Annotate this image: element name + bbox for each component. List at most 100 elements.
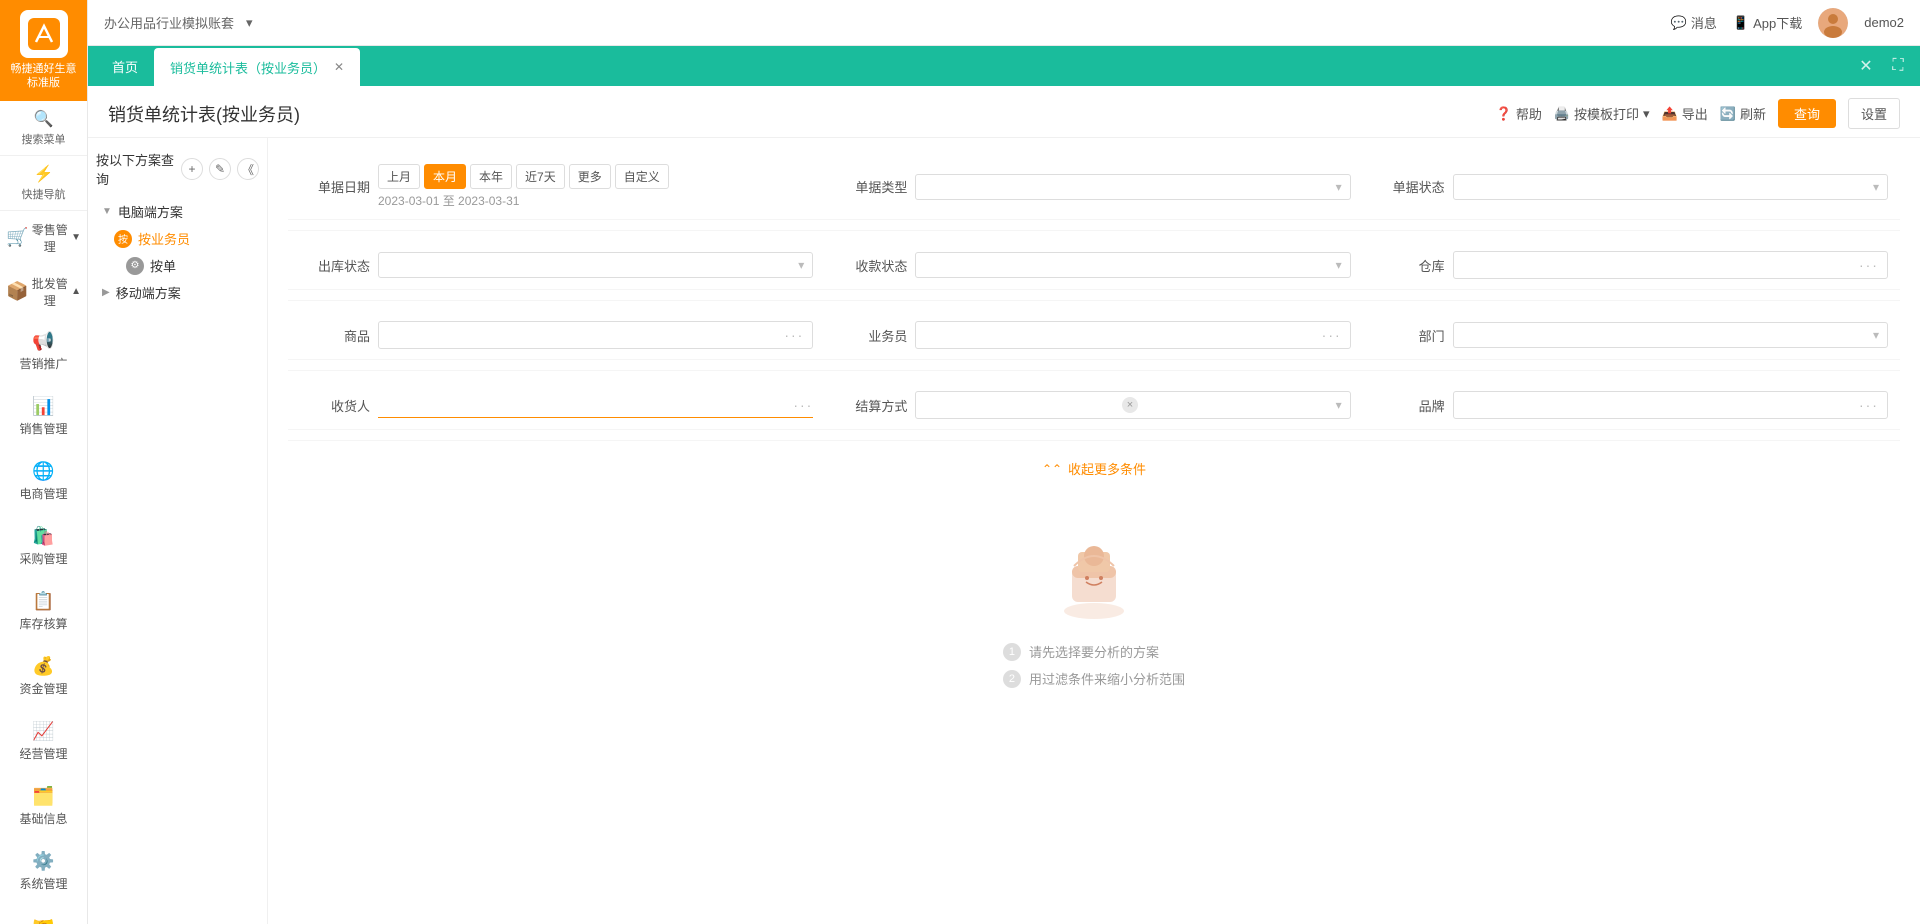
breadcrumb-title: 办公用品行业模拟账套 — [104, 13, 234, 32]
sidebar-item-finance[interactable]: 💰 资金管理 — [0, 644, 87, 709]
receiver-input[interactable]: ··· — [378, 393, 813, 418]
sidebar-item-operations[interactable]: 📈 经营管理 — [0, 709, 87, 774]
date-btn-more[interactable]: 更多 — [569, 164, 611, 189]
date-value: 上月 本月 本年 近7天 更多 自定义 2023-03-01 至 2023-03… — [378, 164, 813, 209]
recv-status-select[interactable]: ▾ — [915, 252, 1350, 278]
goods-dots-icon: ··· — [784, 327, 804, 343]
date-btn-last-month[interactable]: 上月 — [378, 164, 420, 189]
sidebar-item-inventory[interactable]: 📋 库存核算 — [0, 579, 87, 644]
salesman-dots-icon: ··· — [1322, 327, 1342, 343]
refresh-button[interactable]: 🔄 刷新 — [1720, 104, 1766, 123]
date-btn-custom[interactable]: 自定义 — [615, 164, 669, 189]
sidebar-search[interactable]: 🔍 搜索菜单 — [0, 101, 87, 156]
sidebar-shortcut[interactable]: ⚡ 快捷导航 — [0, 156, 87, 211]
payment-clear-icon[interactable]: × — [1122, 397, 1138, 413]
sidebar: 畅捷通好生意 标准版 🔍 搜索菜单 ⚡ 快捷导航 🛒 零售管理 ▼ 📦 批发管理… — [0, 0, 88, 924]
print-button[interactable]: 🖨️ 按模板打印 ▾ — [1554, 104, 1650, 123]
tree-label-desktop: 电脑端方案 — [118, 202, 183, 221]
settings-button[interactable]: 设置 — [1848, 98, 1900, 129]
tree-item-by-order[interactable]: ⚙ 按单 — [96, 252, 259, 279]
page-title: 销货单统计表(按业务员) — [108, 101, 300, 127]
filter-date-cell: 单据日期 上月 本月 本年 近7天 更多 自定义 2023-03-01 至 20… — [288, 154, 825, 220]
out-status-select[interactable]: ▾ — [378, 252, 813, 278]
right-panel: 单据日期 上月 本月 本年 近7天 更多 自定义 2023-03-01 至 20… — [268, 138, 1920, 924]
tree-label-mobile: 移动端方案 — [116, 283, 181, 302]
payment-chevron-icon: ▾ — [1336, 398, 1342, 412]
tree-item-desktop[interactable]: ▼ 电脑端方案 — [96, 198, 259, 225]
dept-label: 部门 — [1375, 326, 1445, 345]
salesman-label: 业务员 — [837, 326, 907, 345]
type-select[interactable]: ▾ — [915, 174, 1350, 200]
sidebar-menu: 🛒 零售管理 ▼ 📦 批发管理 ▲ 📢 营销推广 📊 销售管理 🌐 电商管理 🛍… — [0, 211, 87, 924]
hint-num-2: 2 — [1003, 670, 1021, 688]
out-status-chevron-icon: ▾ — [798, 258, 804, 272]
export-button[interactable]: 📤 导出 — [1662, 104, 1708, 123]
collapse-left-button[interactable]: 《 — [237, 158, 259, 180]
export-icon: 📤 — [1662, 106, 1678, 122]
help-button[interactable]: ❓ 帮助 — [1496, 104, 1542, 123]
tab-close-icon[interactable]: ✕ — [334, 60, 344, 74]
dept-select[interactable]: ▾ — [1453, 322, 1888, 348]
sidebar-item-system[interactable]: ⚙️ 系统管理 — [0, 839, 87, 904]
left-panel: 按以下方案查询 + ✎ 《 ▼ 电脑端方案 按 按业务员 — [88, 138, 268, 924]
left-panel-title: 按以下方案查询 — [96, 150, 181, 188]
query-button[interactable]: 查询 — [1778, 99, 1836, 128]
page: 销货单统计表(按业务员) ❓ 帮助 🖨️ 按模板打印 ▾ 📤 导出 🔄 刷 — [88, 86, 1920, 924]
tab-maximize-button[interactable]: ⛶ — [1884, 52, 1912, 80]
sidebar-item-purchase[interactable]: 🛍️ 采购管理 — [0, 514, 87, 579]
sidebar-item-wholesale[interactable]: 📦 批发管理 ▲ — [0, 265, 87, 319]
main-area: 办公用品行业模拟账套 ▾ 💬 消息 📱 App下载 demo2 首页 销货单统计… — [88, 0, 1920, 924]
collapse-filters-button[interactable]: ⌃⌃ 收起更多条件 — [288, 451, 1900, 486]
warehouse-select[interactable]: ··· — [1453, 251, 1888, 279]
sidebar-item-retail[interactable]: 🛒 零售管理 ▼ — [0, 211, 87, 265]
tree-icon-order: ⚙ — [126, 257, 144, 275]
tab-sales-stats-label: 销货单统计表（按业务员） — [170, 58, 326, 77]
breadcrumb-dropdown[interactable]: ▾ — [246, 15, 253, 31]
user-name: demo2 — [1864, 15, 1904, 30]
tree-item-mobile[interactable]: ▶ 移动端方案 — [96, 279, 259, 306]
goods-label: 商品 — [300, 326, 370, 345]
sidebar-item-marketing[interactable]: 📢 营销推广 — [0, 319, 87, 384]
hint-text-2: 用过滤条件来缩小分析范围 — [1029, 669, 1185, 688]
salesman-select[interactable]: ··· — [915, 321, 1350, 349]
sidebar-item-sales[interactable]: 📊 销售管理 — [0, 384, 87, 449]
message-button[interactable]: 💬 消息 — [1671, 13, 1717, 32]
brand-select[interactable]: ··· — [1453, 391, 1888, 419]
add-scheme-button[interactable]: + — [181, 158, 203, 180]
left-panel-icons: + ✎ 《 — [181, 158, 259, 180]
app-icon: 📱 — [1733, 15, 1749, 31]
goods-select[interactable]: ··· — [378, 321, 813, 349]
sidebar-item-corp[interactable]: 🤝 企业协同 — [0, 904, 87, 924]
date-btn-7days[interactable]: 近7天 — [516, 164, 565, 189]
date-btn-this-month[interactable]: 本月 — [424, 164, 466, 189]
filter-payment-cell: 结算方式 × ▾ — [825, 381, 1362, 430]
date-btn-this-year[interactable]: 本年 — [470, 164, 512, 189]
app-download-button[interactable]: 📱 App下载 — [1733, 13, 1802, 32]
empty-state-icon — [1044, 526, 1144, 626]
status-select[interactable]: ▾ — [1453, 174, 1888, 200]
hint-text-1: 请先选择要分析的方案 — [1029, 642, 1159, 661]
tab-sales-stats[interactable]: 销货单统计表（按业务员） ✕ — [154, 48, 360, 86]
topbar: 办公用品行业模拟账套 ▾ 💬 消息 📱 App下载 demo2 — [88, 0, 1920, 46]
sidebar-item-ecommerce[interactable]: 🌐 电商管理 — [0, 449, 87, 514]
status-label: 单据状态 — [1375, 177, 1445, 196]
brand-dots-icon: ··· — [1859, 397, 1879, 413]
filter-type-cell: 单据类型 ▾ — [825, 154, 1362, 220]
payment-select[interactable]: × ▾ — [915, 391, 1350, 419]
left-panel-header: 按以下方案查询 + ✎ 《 — [96, 150, 259, 188]
page-header: 销货单统计表(按业务员) ❓ 帮助 🖨️ 按模板打印 ▾ 📤 导出 🔄 刷 — [88, 86, 1920, 138]
tab-home[interactable]: 首页 — [96, 46, 154, 86]
hint-num-1: 1 — [1003, 643, 1021, 661]
edit-scheme-button[interactable]: ✎ — [209, 158, 231, 180]
print-dropdown-icon: ▾ — [1643, 106, 1650, 122]
tree-arrow-mobile: ▶ — [102, 287, 110, 298]
tree-item-by-salesman[interactable]: 按 按业务员 — [96, 225, 259, 252]
type-label: 单据类型 — [837, 177, 907, 196]
sidebar-item-basic[interactable]: 🗂️ 基础信息 — [0, 774, 87, 839]
out-status-label: 出库状态 — [300, 256, 370, 275]
tab-close-window-button[interactable]: ✕ — [1852, 52, 1880, 80]
dept-chevron-icon: ▾ — [1873, 328, 1879, 342]
filter-status-cell: 单据状态 ▾ — [1363, 154, 1900, 220]
status-value: ▾ — [1453, 174, 1888, 200]
filter-brand-cell: 品牌 ··· — [1363, 381, 1900, 430]
